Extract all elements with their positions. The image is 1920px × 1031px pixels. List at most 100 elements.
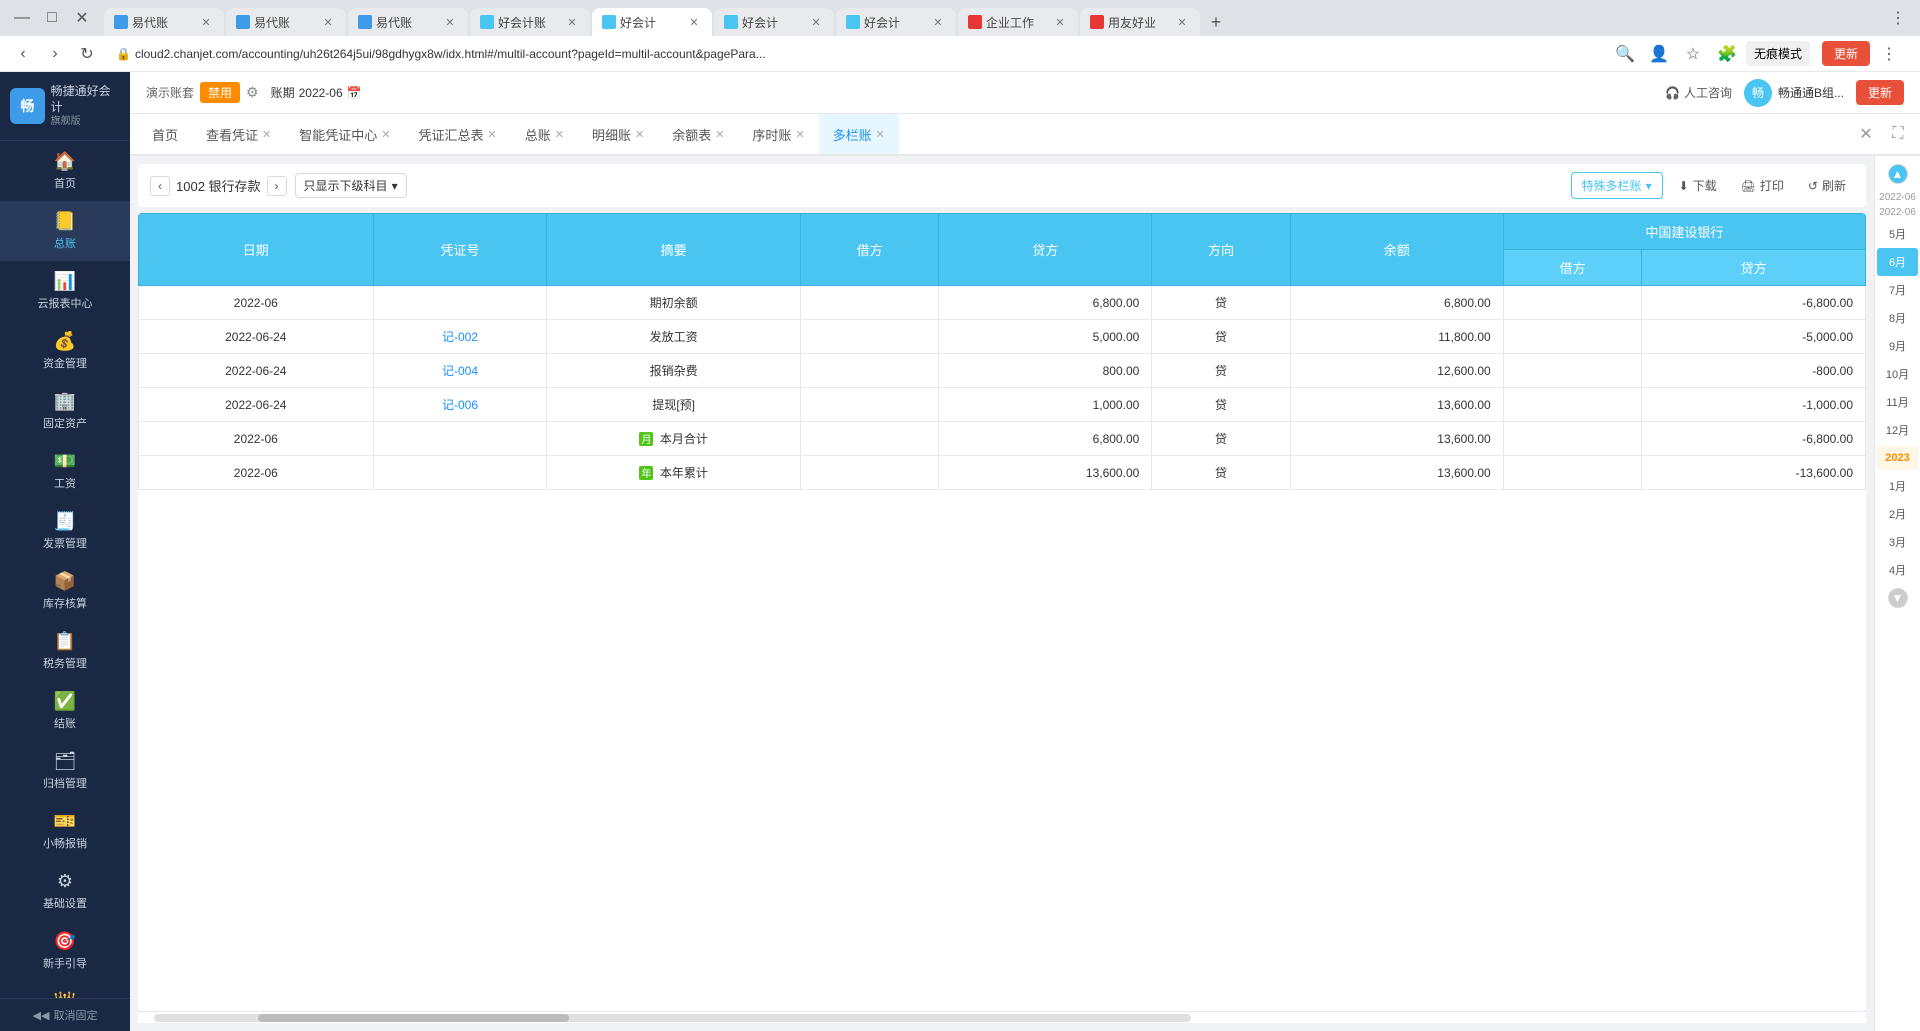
tab-voucher-summary[interactable]: 凭证汇总表 ✕ xyxy=(404,114,510,156)
sidebar-item-funds[interactable]: 💰 资金管理 xyxy=(0,321,130,381)
tab-view-voucher-close[interactable]: ✕ xyxy=(262,128,271,141)
browser-tab-4[interactable]: 好会计账 ✕ xyxy=(470,8,590,36)
incognito-mode-btn[interactable]: 无痕模式 xyxy=(1746,41,1810,66)
tab-smart-voucher[interactable]: 智能凭证中心 ✕ xyxy=(285,114,404,156)
sidebar-item-ledger[interactable]: 📒 总账 xyxy=(0,201,130,261)
update-button[interactable]: 更新 xyxy=(1822,41,1870,66)
next-account-btn[interactable]: › xyxy=(267,176,287,196)
tab-close-1[interactable]: ✕ xyxy=(198,14,214,30)
month-nav-down[interactable]: ▼ xyxy=(1875,584,1920,612)
address-bar[interactable]: 🔒 cloud2.chanjet.com/accounting/uh26t264… xyxy=(108,38,1604,70)
month-item-2023-3[interactable]: 3月 xyxy=(1875,528,1920,556)
reload-button[interactable]: ↻ xyxy=(72,39,102,69)
tab-balance-sheet[interactable]: 余额表 ✕ xyxy=(658,114,738,156)
tab-multi-column-close[interactable]: ✕ xyxy=(876,128,885,141)
tab-view-voucher[interactable]: 查看凭证 ✕ xyxy=(192,114,285,156)
tab-close-4[interactable]: ✕ xyxy=(564,14,580,30)
month-item-2023-4[interactable]: 4月 xyxy=(1875,556,1920,584)
sidebar-item-inventory[interactable]: 📦 库存核算 xyxy=(0,561,130,621)
filter-dropdown[interactable]: 只显示下级科目 ▾ xyxy=(295,173,407,198)
calendar-icon[interactable]: 📅 xyxy=(347,86,362,100)
tab-close-6[interactable]: ✕ xyxy=(808,14,824,30)
maximize-btn[interactable]: □ xyxy=(38,4,66,32)
app-update-button[interactable]: 更新 xyxy=(1856,80,1904,105)
browser-tab-2[interactable]: 易代账 ✕ xyxy=(226,8,346,36)
tab-list-btn[interactable]: ⋮ xyxy=(1884,4,1912,32)
minimize-btn[interactable]: — xyxy=(8,4,36,32)
gear-icon[interactable]: ⚙ xyxy=(246,84,259,101)
tab-close-8[interactable]: ✕ xyxy=(1052,14,1068,30)
refresh-btn[interactable]: ↺ 刷新 xyxy=(1800,173,1854,198)
month-nav-up[interactable]: ▲ xyxy=(1875,160,1920,188)
browser-tab-3[interactable]: 易代账 ✕ xyxy=(348,8,468,36)
browser-tab-7[interactable]: 好会计 ✕ xyxy=(836,8,956,36)
month-item-10[interactable]: 10月 xyxy=(1875,360,1920,388)
cell-voucher[interactable]: 记-006 xyxy=(373,388,547,422)
horizontal-scrollbar[interactable] xyxy=(138,1011,1866,1023)
demo-badge[interactable]: 禁用 xyxy=(200,82,240,103)
month-item-2023-1[interactable]: 1月 xyxy=(1875,472,1920,500)
sidebar-unpin-btn[interactable]: ◀◀ 取消固定 xyxy=(0,998,130,1031)
tab-balance-sheet-close[interactable]: ✕ xyxy=(715,128,724,141)
consult-button[interactable]: 🎧 人工咨询 xyxy=(1665,84,1732,101)
browser-tab-1[interactable]: 易代账 ✕ xyxy=(104,8,224,36)
back-button[interactable]: ‹ xyxy=(8,39,38,69)
bookmark-icon[interactable]: ☆ xyxy=(1678,39,1708,69)
sidebar-item-member[interactable]: 👑 畅会员 xyxy=(0,981,130,998)
download-btn[interactable]: ⬇ 下载 xyxy=(1671,173,1725,198)
tab-close-7[interactable]: ✕ xyxy=(930,14,946,30)
special-multicolumn-btn[interactable]: 特殊多栏账 ▾ xyxy=(1571,172,1663,199)
tab-home[interactable]: 首页 xyxy=(138,114,192,156)
sidebar-item-settings[interactable]: ⚙ 基础设置 xyxy=(0,861,130,921)
panel-expand-btn[interactable]: ⛶ xyxy=(1884,120,1912,148)
close-browser-btn[interactable]: ✕ xyxy=(68,4,96,32)
forward-button[interactable]: › xyxy=(40,39,70,69)
tab-detail-ledger[interactable]: 明细账 ✕ xyxy=(578,114,658,156)
tab-close-2[interactable]: ✕ xyxy=(320,14,336,30)
sidebar-item-archive[interactable]: 🗂 归档管理 xyxy=(0,741,130,801)
month-item-6[interactable]: 6月 xyxy=(1877,248,1918,276)
tab-detail-ledger-close[interactable]: ✕ xyxy=(635,128,644,141)
month-item-11[interactable]: 11月 xyxy=(1875,388,1920,416)
sidebar-item-payroll[interactable]: 💵 工资 xyxy=(0,441,130,501)
extension-icon[interactable]: 🧩 xyxy=(1712,39,1742,69)
sidebar-item-reports[interactable]: 📊 云报表中心 xyxy=(0,261,130,321)
tab-journal[interactable]: 序时账 ✕ xyxy=(738,114,818,156)
tab-close-3[interactable]: ✕ xyxy=(442,14,458,30)
user-info[interactable]: 畅 畅通通B组... xyxy=(1744,79,1844,107)
browser-tab-6[interactable]: 好会计 ✕ xyxy=(714,8,834,36)
month-item-9[interactable]: 9月 xyxy=(1875,332,1920,360)
month-item-5[interactable]: 5月 xyxy=(1875,220,1920,248)
menu-icon[interactable]: ⋮ xyxy=(1874,39,1904,69)
sidebar-item-close-accounts[interactable]: ✅ 结账 xyxy=(0,681,130,741)
tab-close-5[interactable]: ✕ xyxy=(686,14,702,30)
sidebar-item-tax[interactable]: 📋 税务管理 xyxy=(0,621,130,681)
month-item-12[interactable]: 12月 xyxy=(1875,416,1920,444)
print-btn[interactable]: 🖨 打印 xyxy=(1733,173,1792,198)
profile-icon[interactable]: 👤 xyxy=(1644,39,1674,69)
tab-general-ledger[interactable]: 总账 ✕ xyxy=(511,114,578,156)
sidebar-item-assets[interactable]: 🏢 固定资产 xyxy=(0,381,130,441)
sidebar-item-guide[interactable]: 🎯 新手引导 xyxy=(0,921,130,981)
month-item-8[interactable]: 8月 xyxy=(1875,304,1920,332)
prev-account-btn[interactable]: ‹ xyxy=(150,176,170,196)
tab-smart-voucher-close[interactable]: ✕ xyxy=(381,128,390,141)
sidebar-item-expense[interactable]: 🎫 小畅报销 xyxy=(0,801,130,861)
month-item-2023-2[interactable]: 2月 xyxy=(1875,500,1920,528)
search-icon[interactable]: 🔍 xyxy=(1610,39,1640,69)
month-item-7[interactable]: 7月 xyxy=(1875,276,1920,304)
tab-close-9[interactable]: ✕ xyxy=(1174,14,1190,30)
tab-voucher-summary-close[interactable]: ✕ xyxy=(488,128,497,141)
sidebar-item-invoice[interactable]: 🧾 发票管理 xyxy=(0,501,130,561)
cell-voucher[interactable]: 记-004 xyxy=(373,354,547,388)
browser-tab-9[interactable]: 用友好业 ✕ xyxy=(1080,8,1200,36)
tab-journal-close[interactable]: ✕ xyxy=(795,128,804,141)
browser-tab-8[interactable]: 企业工作 ✕ xyxy=(958,8,1078,36)
cell-voucher[interactable]: 记-002 xyxy=(373,320,547,354)
tab-general-ledger-close[interactable]: ✕ xyxy=(555,128,564,141)
tab-multi-column[interactable]: 多栏账 ✕ xyxy=(819,114,899,156)
panel-close-btn[interactable]: ✕ xyxy=(1852,120,1880,148)
sidebar-item-home[interactable]: 🏠 首页 xyxy=(0,141,130,201)
new-tab-button[interactable]: + xyxy=(1202,8,1230,36)
browser-tab-5[interactable]: 好会计 ✕ xyxy=(592,8,712,36)
